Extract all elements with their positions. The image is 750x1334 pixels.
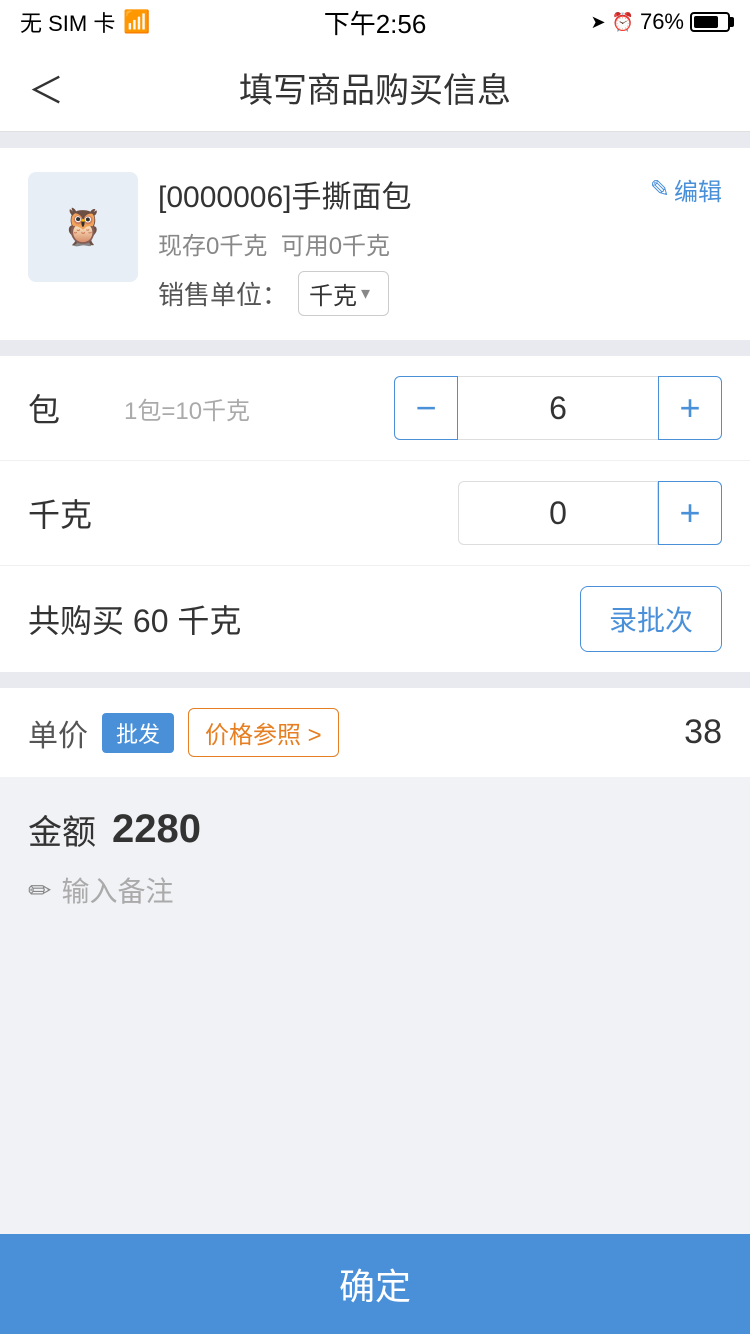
amount-section: 金额 2280 ✏ 输入备注 xyxy=(0,777,750,930)
back-button[interactable]: ＜ xyxy=(28,62,64,114)
edit-icon: ✎ xyxy=(650,175,670,204)
price-section: 单价 批发 价格参照 > 38 xyxy=(0,688,750,777)
wifi-icon: 📶 xyxy=(123,9,150,35)
remark-row[interactable]: ✏ 输入备注 xyxy=(28,870,722,910)
total-row: 共购买 60 千克 录批次 xyxy=(0,566,750,672)
price-value: 38 xyxy=(684,713,722,752)
status-carrier: 无 SIM 卡 📶 xyxy=(20,6,151,38)
top-divider xyxy=(0,132,750,148)
status-bar: 无 SIM 卡 📶 下午2:56 ➤ ⏰ 76% xyxy=(0,0,750,44)
increment-kg-button[interactable]: + xyxy=(658,481,722,545)
confirm-button-label: 确定 xyxy=(339,1258,411,1310)
quantity-control-bao: − + xyxy=(394,376,722,440)
form-row-kg: 千克 + xyxy=(0,461,750,566)
location-icon: ➤ xyxy=(590,12,605,33)
increment-bao-button[interactable]: + xyxy=(658,376,722,440)
label-kg: 千克 xyxy=(28,490,108,536)
page-title: 填写商品购买信息 xyxy=(239,63,511,112)
form-section: 包 1包=10千克 − + 千克 + 共购买 60 千克 录批次 xyxy=(0,356,750,672)
price-ref-button[interactable]: 价格参照 > xyxy=(188,708,339,757)
form-divider-top xyxy=(0,340,750,356)
price-divider xyxy=(0,672,750,688)
amount-value: 2280 xyxy=(112,807,201,852)
status-time: 下午2:56 xyxy=(324,4,427,41)
amount-label: 金额 xyxy=(28,805,96,854)
form-row-bao: 包 1包=10千克 − + xyxy=(0,356,750,461)
remark-placeholder: 输入备注 xyxy=(61,870,173,910)
product-unit-row: 销售单位： 千克 ▾ xyxy=(158,271,722,316)
label-bao: 包 xyxy=(28,385,108,431)
alarm-icon: ⏰ xyxy=(612,12,634,33)
product-name: [0000006]手撕面包 xyxy=(158,172,650,216)
chevron-down-icon: ▾ xyxy=(361,283,370,304)
unit-select[interactable]: 千克 ▾ xyxy=(298,271,389,316)
qty-bao-input[interactable] xyxy=(458,376,658,440)
confirm-button[interactable]: 确定 xyxy=(0,1234,750,1334)
battery-percent: 76% xyxy=(640,9,684,35)
decrement-bao-button[interactable]: − xyxy=(394,376,458,440)
amount-row: 金额 2280 xyxy=(28,805,722,854)
product-info: [0000006]手撕面包 ✎ 编辑 现存0千克 可用0千克 销售单位： 千克 … xyxy=(158,172,722,316)
empty-space xyxy=(0,930,750,1210)
nav-bar: ＜ 填写商品购买信息 xyxy=(0,44,750,132)
product-thumbnail: 🦉 xyxy=(28,172,138,282)
qty-kg-input[interactable] xyxy=(458,481,658,545)
battery-icon xyxy=(690,12,730,32)
price-tag: 批发 xyxy=(102,713,174,753)
remark-icon: ✏ xyxy=(28,874,51,907)
total-text: 共购买 60 千克 xyxy=(28,596,241,642)
status-right: ➤ ⏰ 76% xyxy=(590,9,730,35)
price-row: 单价 批发 价格参照 > 38 xyxy=(28,708,722,757)
quantity-control-kg: + xyxy=(458,481,722,545)
product-title-row: [0000006]手撕面包 ✎ 编辑 xyxy=(158,172,722,216)
batch-button[interactable]: 录批次 xyxy=(580,586,722,652)
edit-button[interactable]: ✎ 编辑 xyxy=(650,172,722,207)
carrier-text: 无 SIM 卡 xyxy=(20,6,115,38)
unit-label: 销售单位： xyxy=(158,275,288,312)
hint-bao: 1包=10千克 xyxy=(124,391,378,426)
product-logo-icon: 🦉 xyxy=(61,206,106,248)
product-stock: 现存0千克 可用0千克 xyxy=(158,226,722,261)
price-label: 单价 xyxy=(28,711,88,755)
product-card: 🦉 [0000006]手撕面包 ✎ 编辑 现存0千克 可用0千克 销售单位： 千… xyxy=(0,148,750,340)
